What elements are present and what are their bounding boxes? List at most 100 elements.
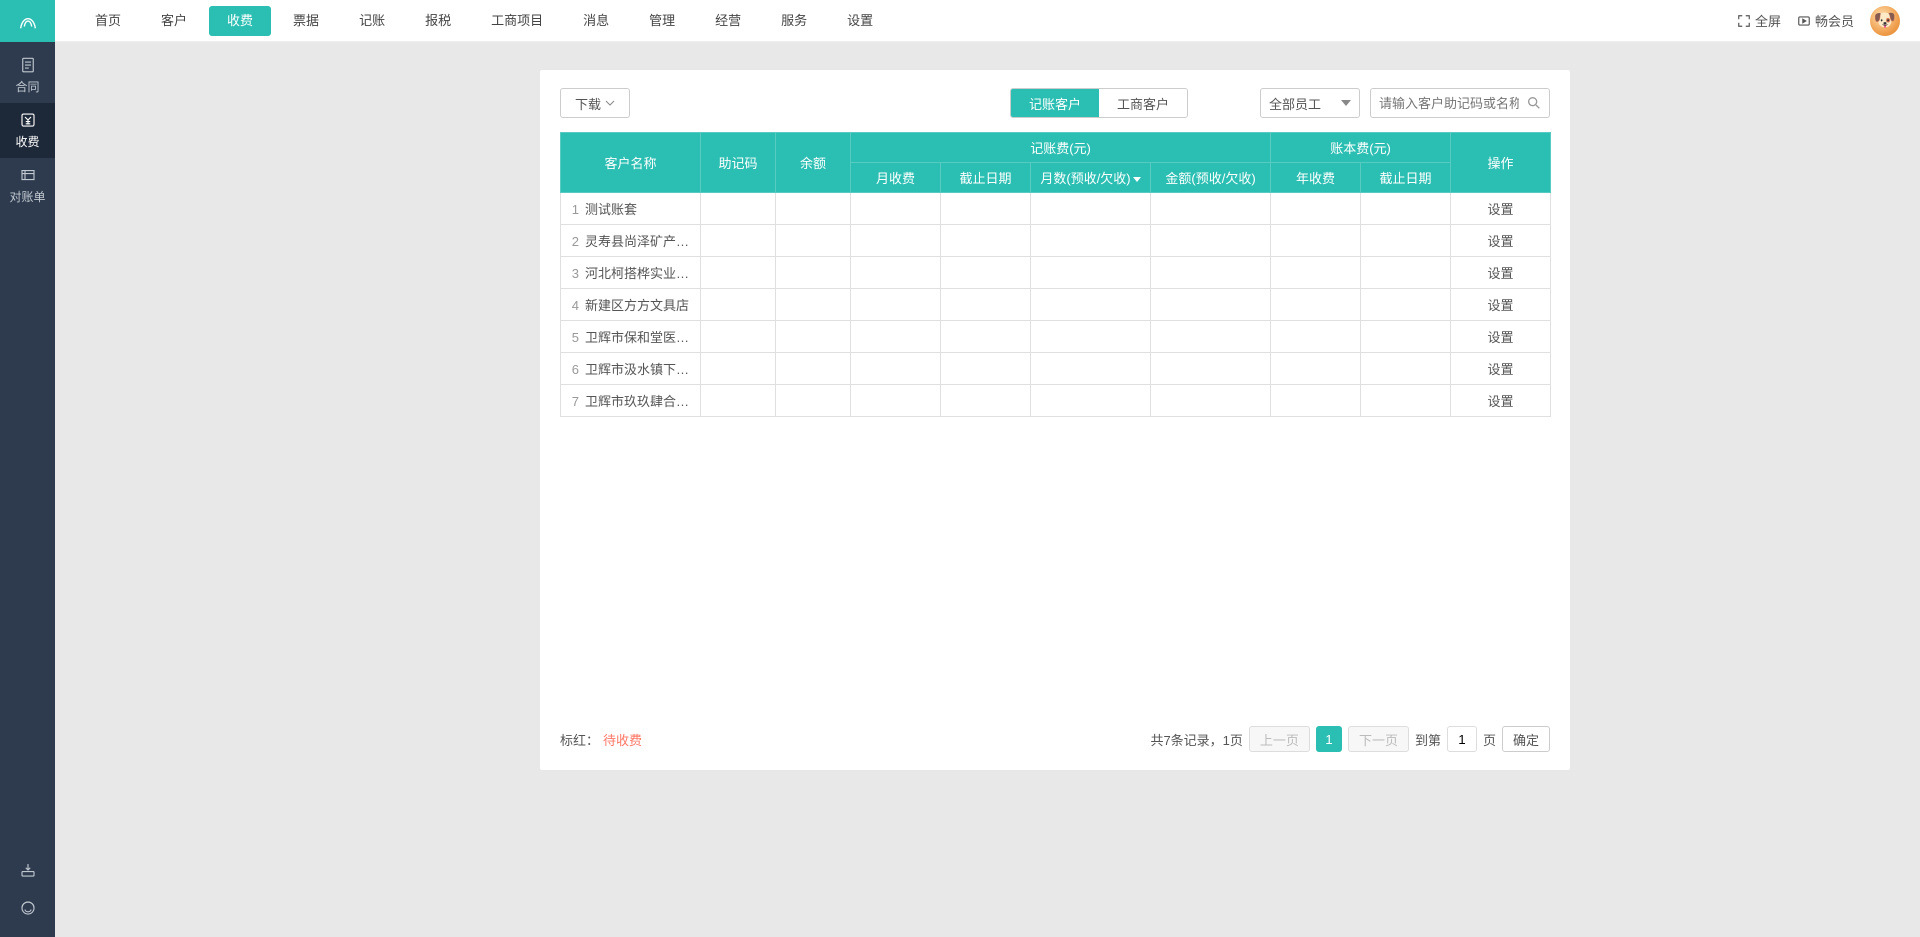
legend: 标红：待收费: [560, 730, 642, 749]
sidebar-contract-label: 合同: [15, 78, 39, 95]
nav-customer[interactable]: 客户: [143, 6, 205, 36]
th-balance: 余额: [776, 133, 851, 193]
sidebar-fee-label: 收费: [15, 133, 39, 150]
cell-action[interactable]: 设置: [1451, 257, 1551, 289]
nav-fee[interactable]: 收费: [209, 6, 271, 36]
table-row: 1测试账套 设置: [561, 193, 1551, 225]
pager-summary: 共7条记录，1页: [1150, 730, 1242, 749]
cell-annual: [1271, 289, 1361, 321]
cell-months: [1031, 257, 1151, 289]
cell-mnemonic: [701, 193, 776, 225]
cell-mnemonic: [701, 353, 776, 385]
cell-name: 1测试账套: [561, 193, 701, 225]
goto-label: 到第: [1415, 730, 1441, 749]
next-page-button[interactable]: 下一页: [1348, 726, 1409, 752]
toolbar: 下载 记账客户 工商客户 全部员工: [540, 88, 1570, 132]
nav-service[interactable]: 服务: [763, 6, 825, 36]
cell-mnemonic: [701, 257, 776, 289]
cell-action[interactable]: 设置: [1451, 193, 1551, 225]
cell-annual: [1271, 193, 1361, 225]
nav-manage[interactable]: 管理: [631, 6, 693, 36]
cell-action[interactable]: 设置: [1451, 321, 1551, 353]
avatar[interactable]: 🐶: [1870, 6, 1900, 36]
cell-action[interactable]: 设置: [1451, 353, 1551, 385]
nav-business[interactable]: 工商项目: [473, 6, 561, 36]
cell-amount: [1151, 289, 1271, 321]
fullscreen-icon: [1737, 14, 1751, 28]
legend-label: 标红：: [560, 733, 599, 748]
cell-months: [1031, 225, 1151, 257]
cell-amount: [1151, 193, 1271, 225]
cell-annual: [1271, 321, 1361, 353]
th-monthly-fee: 月收费: [851, 163, 941, 193]
table-row: 5卫辉市保和堂医药有...设置: [561, 321, 1551, 353]
goto-input[interactable]: [1447, 726, 1477, 752]
cell-name: 3河北柯搭桦实业有限...: [561, 257, 701, 289]
search-icon[interactable]: [1526, 95, 1542, 111]
cell-mnemonic: [701, 289, 776, 321]
nav-settings[interactable]: 设置: [829, 6, 891, 36]
employee-select[interactable]: 全部员工: [1260, 88, 1360, 118]
nav-operate[interactable]: 经营: [697, 6, 759, 36]
cell-due2: [1361, 225, 1451, 257]
cell-monthly: [851, 385, 941, 417]
cell-due2: [1361, 321, 1451, 353]
tab-business-customer[interactable]: 工商客户: [1099, 89, 1187, 117]
nav-home[interactable]: 首页: [77, 6, 139, 36]
statement-icon: [19, 166, 37, 184]
customer-type-tabs: 记账客户 工商客户: [1010, 88, 1188, 118]
nav-message[interactable]: 消息: [565, 6, 627, 36]
goto-confirm-button[interactable]: 确定: [1502, 726, 1550, 752]
sort-icon: [1133, 177, 1141, 182]
cell-annual: [1271, 353, 1361, 385]
cell-mnemonic: [701, 321, 776, 353]
download-tool-icon[interactable]: [19, 861, 37, 879]
th-ledger-fee: 账本费(元): [1271, 133, 1451, 163]
sidebar-fee[interactable]: 收费: [0, 103, 55, 158]
nav-tax[interactable]: 报税: [407, 6, 469, 36]
th-annual-fee: 年收费: [1271, 163, 1361, 193]
cell-annual: [1271, 385, 1361, 417]
cell-action[interactable]: 设置: [1451, 385, 1551, 417]
tab-bookkeeping-customer[interactable]: 记账客户: [1011, 89, 1099, 117]
sidebar: 合同 收费 对账单: [0, 42, 55, 937]
cell-months: [1031, 385, 1151, 417]
cell-name: 4新建区方方文具店: [561, 289, 701, 321]
logo[interactable]: [0, 0, 55, 42]
sidebar-statement[interactable]: 对账单: [0, 158, 55, 213]
table-row: 4新建区方方文具店 设置: [561, 289, 1551, 321]
cell-action[interactable]: 设置: [1451, 225, 1551, 257]
support-icon[interactable]: [19, 899, 37, 917]
nav-bookkeeping[interactable]: 记账: [341, 6, 403, 36]
cell-balance: [776, 353, 851, 385]
th-customer-name: 客户名称: [561, 133, 701, 193]
sidebar-contract[interactable]: 合同: [0, 48, 55, 103]
download-button[interactable]: 下载: [560, 88, 630, 118]
cell-months: [1031, 353, 1151, 385]
cell-amount: [1151, 321, 1271, 353]
member-label: 畅会员: [1815, 11, 1854, 30]
th-bookkeeping-fee: 记账费(元): [851, 133, 1271, 163]
cell-due: [941, 289, 1031, 321]
cell-monthly: [851, 321, 941, 353]
cell-annual: [1271, 257, 1361, 289]
cell-months: [1031, 289, 1151, 321]
member-button[interactable]: 畅会员: [1797, 11, 1854, 30]
cell-action[interactable]: 设置: [1451, 289, 1551, 321]
prev-page-button[interactable]: 上一页: [1249, 726, 1310, 752]
chevron-down-icon: [605, 98, 615, 108]
page-number[interactable]: 1: [1316, 726, 1342, 752]
search-input[interactable]: [1370, 88, 1550, 118]
goto-unit: 页: [1483, 730, 1496, 749]
cell-balance: [776, 193, 851, 225]
nav-invoice[interactable]: 票据: [275, 6, 337, 36]
footer: 标红：待收费 共7条记录，1页 上一页 1 下一页 到第 页 确定: [540, 716, 1570, 752]
cell-monthly: [851, 353, 941, 385]
fullscreen-button[interactable]: 全屏: [1737, 11, 1781, 30]
play-icon: [1797, 14, 1811, 28]
cell-monthly: [851, 257, 941, 289]
fullscreen-label: 全屏: [1755, 11, 1781, 30]
th-months[interactable]: 月数(预收/欠收): [1031, 163, 1151, 193]
cell-due: [941, 225, 1031, 257]
sidebar-bottom: [19, 861, 37, 937]
